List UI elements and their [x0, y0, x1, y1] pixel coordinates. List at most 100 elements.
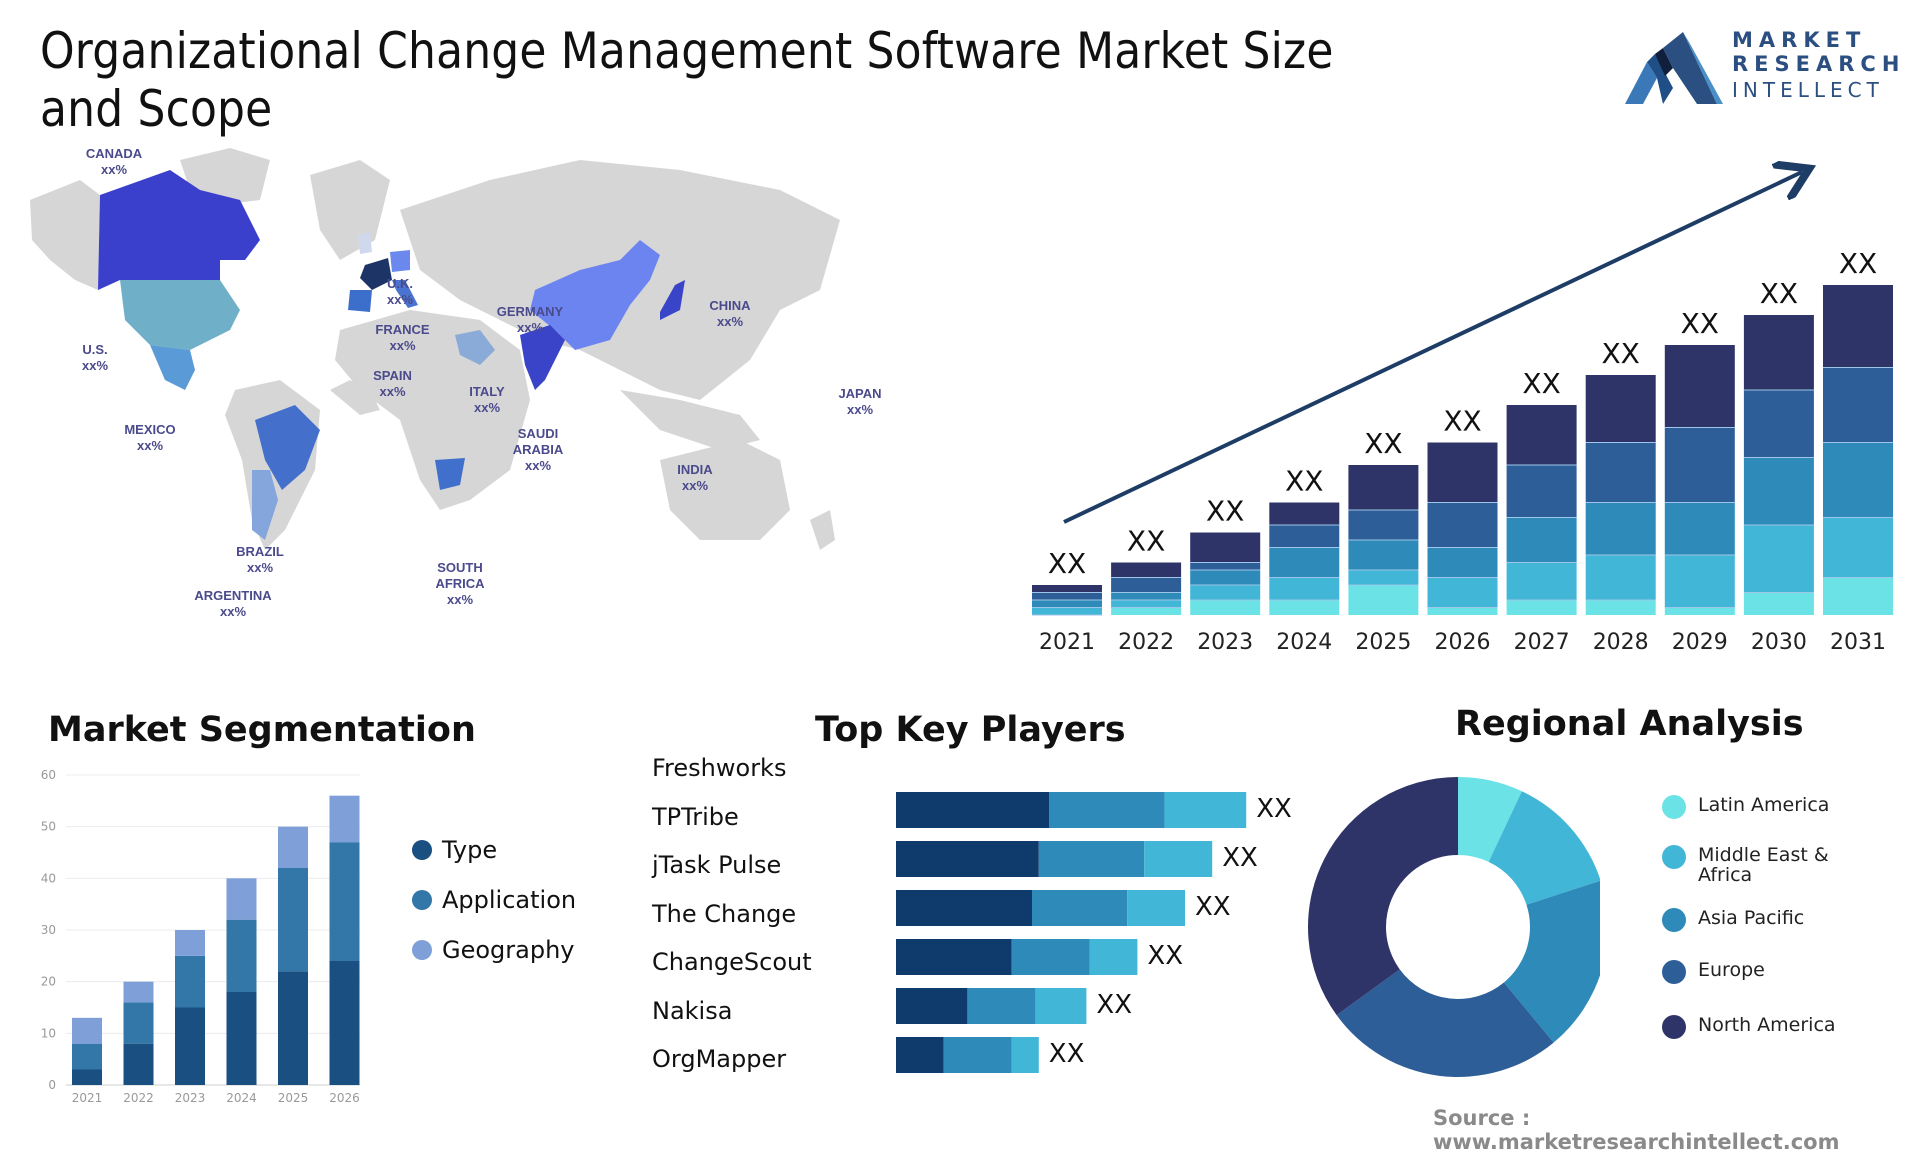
player-bar-segment — [1164, 792, 1247, 828]
bar-segment — [1585, 375, 1656, 443]
bar-segment — [72, 1069, 102, 1085]
world-map: CANADA xx% U.S. xx% MEXICO xx% BRAZIL xx% AR… — [20, 140, 950, 680]
y-tick-label: 20 — [41, 975, 56, 989]
bar-segment — [1664, 607, 1735, 615]
bar-segment — [1111, 607, 1182, 615]
x-tick-label: 2026 — [329, 1091, 360, 1105]
bar-segment — [1743, 592, 1814, 615]
map-label-japan: JAPAN xx% — [838, 386, 882, 417]
map-label-uk: U.K. xx% — [386, 276, 414, 307]
bar-value-label: XX — [1602, 337, 1640, 370]
bar-segment — [1032, 607, 1102, 615]
player-bar-segment — [1035, 988, 1087, 1024]
y-tick-label: 40 — [41, 871, 56, 885]
bar-value-label: XX — [1127, 525, 1165, 558]
bar-value-label: XX — [1681, 307, 1719, 340]
bar-segment — [1664, 502, 1735, 555]
player-value-label: XX — [1222, 843, 1258, 873]
legend-label: Geography — [442, 936, 575, 964]
regional-legend-item: Latin America — [1662, 795, 1858, 819]
y-tick-label: 0 — [48, 1078, 56, 1092]
bar-segment — [1506, 405, 1577, 465]
bar-segment — [226, 919, 257, 992]
player-bar-segment — [1032, 890, 1128, 926]
x-tick-label: 2029 — [1672, 630, 1728, 655]
legend-item-application: Application — [412, 886, 576, 914]
player-bar-segment — [896, 988, 968, 1024]
regional-legend-item: Middle East & Africa — [1662, 845, 1858, 885]
x-tick-label: 2023 — [175, 1091, 206, 1105]
map-spain — [348, 290, 372, 312]
bar-value-label: XX — [1839, 247, 1877, 280]
bar-segment — [1664, 427, 1735, 503]
bar-segment — [278, 971, 308, 1085]
new-zealand-shape — [810, 510, 835, 550]
bar-segment — [1190, 600, 1261, 615]
brand-logo: MARKET RESEARCH INTELLECT — [1625, 28, 1915, 108]
bar-segment — [1348, 465, 1419, 510]
market-growth-svg: XX 2021 XX 2022 XX 2023 XX 2024 XX 2025 XX 2026 XX 20… — [1032, 150, 1893, 655]
x-tick-label: 2022 — [123, 1091, 154, 1105]
bar-segment — [1032, 585, 1102, 593]
legend-item-type: Type — [412, 836, 497, 864]
map-label-saudi-arabia: SAUDI ARABIA xx% — [512, 426, 564, 473]
x-tick-label: 2031 — [1830, 630, 1886, 655]
bar-value-label: XX — [1285, 465, 1323, 498]
x-tick-label: 2024 — [226, 1091, 257, 1105]
player-bar-segment — [896, 939, 1012, 975]
map-us — [120, 280, 240, 350]
bar-segment — [1269, 547, 1340, 578]
player-bar-segment — [896, 1037, 944, 1073]
bar-value-label: XX — [1048, 547, 1086, 580]
regional-legend-item: Europe — [1662, 960, 1858, 984]
bar-segment — [1190, 562, 1261, 570]
legend-dot-icon — [412, 890, 432, 910]
bar-segment — [1585, 502, 1656, 555]
bar-segment — [1664, 555, 1735, 608]
map-label-france: FRANCE xx% — [375, 322, 430, 353]
bar-segment — [329, 795, 360, 843]
legend-item-geography: Geography — [412, 936, 575, 964]
x-tick-label: 2025 — [1355, 630, 1411, 655]
map-label-spain: SPAIN xx% — [373, 368, 412, 399]
bar-segment — [1190, 585, 1261, 600]
bar-segment — [1823, 577, 1893, 615]
alaska-shape — [30, 180, 100, 290]
player-value-label: XX — [1256, 794, 1292, 824]
regional-donut-chart — [1300, 770, 1608, 1080]
player-bar-segment — [1049, 792, 1165, 828]
bar-value-label: XX — [1443, 405, 1481, 438]
bar-segment — [123, 981, 154, 1003]
source-note: Source : www.marketresearchintellect.com — [1433, 1106, 1840, 1154]
bar-segment — [175, 1007, 205, 1085]
legend-label: Asia Pacific — [1698, 907, 1805, 929]
player-bar-segment — [943, 1037, 1012, 1073]
bar-segment — [1743, 390, 1814, 458]
bar-segment — [1190, 532, 1261, 563]
legend-dot-icon — [1662, 845, 1686, 869]
y-tick-label: 60 — [41, 768, 56, 782]
bar-segment — [1506, 600, 1577, 615]
bar-segment — [1427, 547, 1498, 578]
logo-line-intellect: INTELLECT — [1732, 78, 1884, 102]
bar-segment — [1111, 577, 1182, 593]
player-bar-segment — [1144, 841, 1213, 877]
map-label-us: U.S. xx% — [81, 342, 109, 373]
y-tick-label: 50 — [41, 820, 56, 834]
bar-segment — [1348, 540, 1419, 570]
legend-dot-icon — [1662, 960, 1686, 984]
x-tick-label: 2023 — [1197, 630, 1253, 655]
bar-segment — [1823, 442, 1893, 518]
player-bar-segment — [896, 792, 1049, 828]
page-title: Organizational Change Management Softwar… — [40, 22, 1334, 138]
map-label-canada: CANADA xx% — [85, 146, 143, 177]
legend-dot-icon — [1662, 1015, 1686, 1039]
bar-segment — [1269, 600, 1340, 615]
map-germany — [390, 250, 410, 272]
bar-segment — [1348, 585, 1419, 615]
x-tick-label: 2030 — [1751, 630, 1807, 655]
bar-segment — [278, 826, 308, 868]
bar-segment — [1427, 442, 1498, 503]
legend-dot-icon — [412, 940, 432, 960]
regional-legend-item: North America — [1662, 1015, 1858, 1039]
